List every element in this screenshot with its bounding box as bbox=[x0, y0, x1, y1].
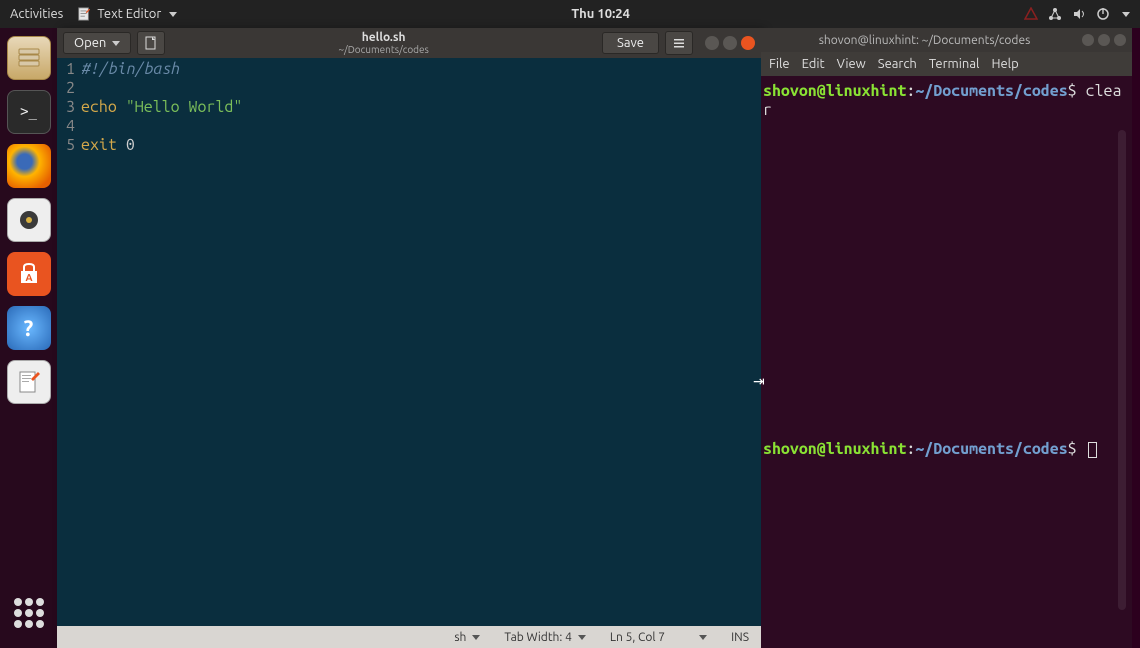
terminal-window: shovon@linuxhint: ~/Documents/codes File… bbox=[761, 28, 1132, 648]
terminal-line-2: shovon@linuxhint:~/Documents/codes$ bbox=[763, 440, 1130, 459]
text-editor-icon bbox=[77, 7, 91, 21]
window-controls bbox=[705, 36, 755, 50]
minimize-button[interactable] bbox=[1082, 34, 1094, 46]
chevron-down-icon bbox=[578, 635, 586, 640]
code-area[interactable]: #!/bin/bash echo "Hello World" exit 0 bbox=[77, 60, 242, 626]
new-document-button[interactable] bbox=[137, 31, 165, 55]
editor-title: hello.sh ~/Documents/codes bbox=[171, 31, 596, 55]
app-menu[interactable]: Text Editor bbox=[77, 7, 177, 21]
save-button[interactable]: Save bbox=[602, 32, 659, 54]
close-button[interactable] bbox=[741, 36, 755, 50]
open-label: Open bbox=[74, 36, 106, 50]
maximize-button[interactable] bbox=[723, 36, 737, 50]
code-line-3-cmd: echo bbox=[81, 98, 117, 116]
file-name: hello.sh bbox=[171, 31, 596, 44]
files-icon[interactable] bbox=[7, 36, 51, 80]
open-button[interactable]: Open bbox=[63, 32, 131, 54]
menu-edit[interactable]: Edit bbox=[802, 57, 825, 71]
volume-icon[interactable] bbox=[1072, 7, 1086, 21]
power-icon[interactable] bbox=[1096, 7, 1110, 21]
terminal-menubar: File Edit View Search Terminal Help bbox=[761, 52, 1132, 76]
terminal-title: shovon@linuxhint: ~/Documents/codes bbox=[767, 34, 1082, 47]
help-icon[interactable]: ? bbox=[7, 306, 51, 350]
maximize-button[interactable] bbox=[1098, 34, 1110, 46]
code-line-5-num: 0 bbox=[126, 136, 135, 154]
new-doc-icon bbox=[144, 36, 158, 50]
dock: >_ A ? bbox=[0, 28, 57, 648]
terminal-icon[interactable]: >_ bbox=[7, 90, 51, 134]
svg-text:A: A bbox=[25, 272, 32, 283]
menu-search[interactable]: Search bbox=[878, 57, 917, 71]
top-bar: Activities Text Editor Thu 10:24 bbox=[0, 0, 1140, 28]
file-path: ~/Documents/codes bbox=[171, 44, 596, 55]
status-bar: sh Tab Width: 4 Ln 5, Col 7 INS bbox=[57, 626, 761, 648]
network-icon[interactable] bbox=[1048, 7, 1062, 21]
menu-view[interactable]: View bbox=[837, 57, 866, 71]
editor-body[interactable]: 1 2 3 4 5 #!/bin/bash echo "Hello World"… bbox=[57, 58, 761, 626]
editor-header: Open hello.sh ~/Documents/codes Save bbox=[57, 28, 761, 58]
hamburger-menu-button[interactable] bbox=[665, 31, 693, 55]
music-icon[interactable] bbox=[7, 198, 51, 242]
code-line-1: #!/bin/bash bbox=[81, 60, 180, 78]
close-button[interactable] bbox=[1114, 34, 1126, 46]
chevron-down-icon bbox=[472, 635, 480, 640]
chevron-down-icon bbox=[169, 12, 177, 17]
code-line-3-str: "Hello World" bbox=[126, 98, 242, 116]
editor-icon[interactable] bbox=[7, 360, 51, 404]
tab-width-selector[interactable]: Tab Width: 4 bbox=[504, 631, 585, 644]
firefox-icon[interactable] bbox=[7, 144, 51, 188]
terminal-scrollbar[interactable] bbox=[1118, 130, 1126, 610]
chevron-down-icon bbox=[699, 635, 707, 640]
app-menu-label: Text Editor bbox=[97, 7, 161, 21]
show-apps-button[interactable] bbox=[14, 598, 44, 628]
warning-icon bbox=[1024, 7, 1038, 21]
software-icon[interactable]: A bbox=[7, 252, 51, 296]
insert-mode[interactable]: INS bbox=[731, 631, 749, 644]
menu-file[interactable]: File bbox=[769, 57, 790, 71]
text-editor-window: Open hello.sh ~/Documents/codes Save 1 2… bbox=[57, 28, 761, 648]
code-line-5-cmd: exit bbox=[81, 136, 117, 154]
terminal-line-1: shovon@linuxhint:~/Documents/codes$ clea… bbox=[763, 82, 1130, 120]
terminal-titlebar: shovon@linuxhint: ~/Documents/codes bbox=[761, 28, 1132, 52]
chevron-down-icon[interactable] bbox=[1122, 12, 1130, 17]
terminal-body[interactable]: shovon@linuxhint:~/Documents/codes$ clea… bbox=[761, 76, 1132, 648]
menu-help[interactable]: Help bbox=[991, 57, 1018, 71]
cursor-position[interactable]: Ln 5, Col 7 bbox=[610, 631, 707, 644]
menu-terminal[interactable]: Terminal bbox=[929, 57, 980, 71]
line-gutter: 1 2 3 4 5 bbox=[57, 60, 77, 626]
language-selector[interactable]: sh bbox=[454, 631, 480, 644]
chevron-down-icon bbox=[112, 41, 120, 46]
minimize-button[interactable] bbox=[705, 36, 719, 50]
activities-button[interactable]: Activities bbox=[10, 7, 63, 21]
hamburger-icon bbox=[672, 36, 686, 50]
clock[interactable]: Thu 10:24 bbox=[177, 7, 1024, 21]
terminal-cursor bbox=[1088, 442, 1097, 458]
